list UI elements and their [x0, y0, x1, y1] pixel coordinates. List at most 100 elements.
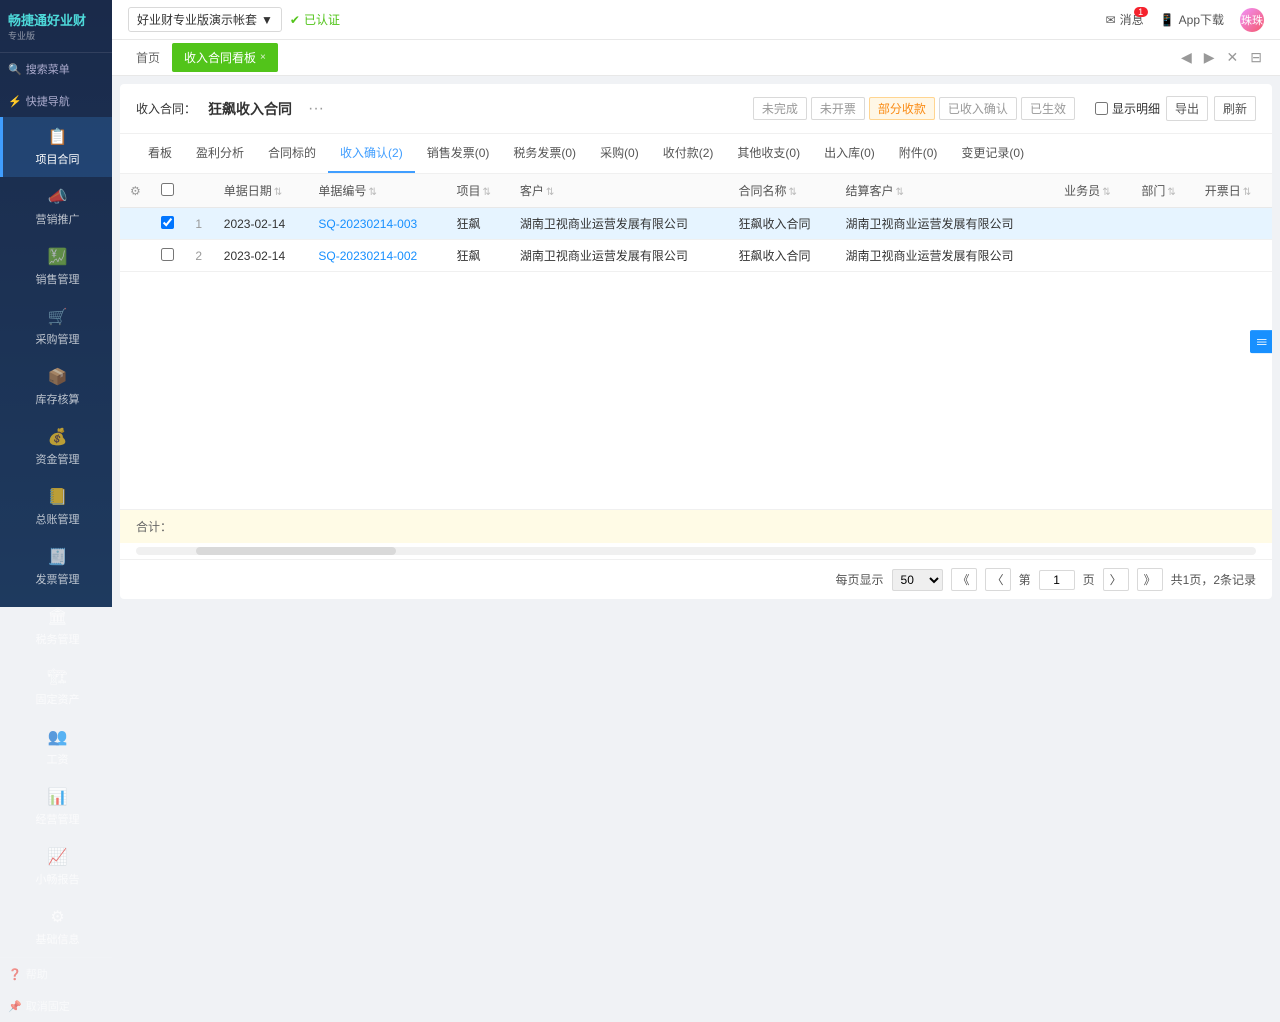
- code-col-header[interactable]: 单据编号⇅: [308, 174, 446, 208]
- sub-tab-standard[interactable]: 合同标的: [256, 134, 328, 173]
- tag-partial[interactable]: 部分收款: [869, 97, 935, 120]
- row-2-settings[interactable]: [120, 240, 151, 272]
- tab-prev-btn[interactable]: ◀: [1179, 47, 1194, 68]
- code-sort-icon: ⇅: [368, 187, 376, 198]
- sidebar-item-ops[interactable]: 📊 经营管理: [0, 777, 112, 837]
- row-1-checkbox[interactable]: [161, 216, 174, 229]
- sidebar-item-invoice[interactable]: 🧾 发票管理: [0, 537, 112, 597]
- row-1-code-link[interactable]: SQ-20230214-003: [318, 217, 417, 231]
- sidebar-help[interactable]: ❓ 帮助: [0, 958, 112, 990]
- per-page-select[interactable]: 20 50 100 200: [892, 569, 943, 591]
- sidebar-item-base[interactable]: ⚙ 基础信息: [0, 897, 112, 957]
- refresh-btn[interactable]: 刷新: [1214, 96, 1256, 121]
- right-panel-toggle[interactable]: |||: [1250, 330, 1272, 354]
- show-detail-checkbox[interactable]: [1095, 102, 1108, 115]
- date-col-header[interactable]: 单据日期⇅: [214, 174, 309, 208]
- sidebar-item-asset[interactable]: 🏗 固定资产: [0, 657, 112, 717]
- select-all-checkbox[interactable]: [161, 183, 174, 196]
- show-detail-checkbox-label[interactable]: 显示明细: [1095, 96, 1160, 121]
- sidebar-item-purchase[interactable]: 🛒 采购管理: [0, 297, 112, 357]
- salesperson-col-header[interactable]: 业务员⇅: [1054, 174, 1131, 208]
- sub-tab-attachment[interactable]: 附件(0): [887, 134, 950, 173]
- company-name: 好业财专业版演示帐套: [137, 11, 257, 28]
- sub-tabs: 看板 盈利分析 合同标的 收入确认(2) 销售发票(0) 税务发票(0) 采购(…: [120, 134, 1272, 174]
- result-customer-col-header[interactable]: 结算客户⇅: [836, 174, 1055, 208]
- sidebar-item-fund[interactable]: 💰 资金管理: [0, 417, 112, 477]
- page-number-input[interactable]: [1039, 570, 1075, 590]
- sidebar-item-project[interactable]: 📋 项目合同: [0, 117, 112, 177]
- sidebar-item-marketing[interactable]: 📣 营销推广: [0, 177, 112, 237]
- sidebar-label-asset: 固定资产: [36, 691, 80, 707]
- more-options-btn[interactable]: ···: [304, 100, 328, 118]
- sidebar-item-general[interactable]: 📒 总账管理: [0, 477, 112, 537]
- breadcrumb-home[interactable]: 首页: [128, 45, 168, 70]
- ops-icon: 📊: [48, 787, 68, 807]
- sidebar-label-inventory: 库存核算: [36, 391, 80, 407]
- row-1-num: 1: [184, 208, 214, 240]
- sub-tab-inout[interactable]: 出入库(0): [812, 134, 887, 173]
- table-row[interactable]: 2 2023-02-14 SQ-20230214-002 狂飙 湖南卫视商业运营…: [120, 240, 1272, 272]
- active-tab[interactable]: 收入合同看板 ×: [172, 43, 278, 72]
- contract-label: 收入合同：: [136, 100, 196, 117]
- settings-col-header[interactable]: ⚙: [120, 174, 151, 208]
- customer-col-header[interactable]: 客户⇅: [510, 174, 729, 208]
- panel-icon: |||: [1256, 338, 1267, 346]
- export-btn[interactable]: 导出: [1166, 96, 1208, 121]
- row-2-project: 狂飙: [447, 240, 510, 272]
- scroll-thumb[interactable]: [196, 547, 396, 555]
- search-label: 搜索菜单: [26, 61, 70, 77]
- sidebar-item-hr[interactable]: 👥 工资: [0, 717, 112, 777]
- sidebar-item-sales[interactable]: 💹 销售管理: [0, 237, 112, 297]
- sidebar-item-tax[interactable]: 🏛 税务管理: [0, 597, 112, 657]
- certified-badge: ✔ 已认证: [290, 11, 340, 28]
- row-1-code: SQ-20230214-003: [308, 208, 446, 240]
- sub-tab-sales-invoice[interactable]: 销售发票(0): [415, 134, 502, 173]
- row-2-checkbox[interactable]: [161, 248, 174, 261]
- first-page-btn[interactable]: 《: [951, 568, 977, 591]
- user-avatar-btn[interactable]: 珠珠: [1240, 8, 1264, 32]
- quicknav-icon: ⚡: [8, 95, 22, 108]
- tab-close-all-btn[interactable]: ✕: [1225, 47, 1241, 68]
- prev-page-btn[interactable]: 〈: [985, 568, 1011, 591]
- last-page-btn[interactable]: 》: [1137, 568, 1163, 591]
- tab-menu-btn[interactable]: ⊟: [1248, 47, 1264, 68]
- contract-col-header[interactable]: 合同名称⇅: [728, 174, 835, 208]
- app-label: App下载: [1179, 11, 1224, 28]
- sub-tab-profit[interactable]: 盈利分析: [184, 134, 256, 173]
- project-col-header[interactable]: 项目⇅: [447, 174, 510, 208]
- open-date-col-header[interactable]: 开票日⇅: [1195, 174, 1272, 208]
- tag-not-invoiced[interactable]: 未开票: [811, 97, 865, 120]
- sidebar-quicknav[interactable]: ⚡ 快捷导航: [0, 85, 112, 117]
- dept-col-header[interactable]: 部门⇅: [1131, 174, 1194, 208]
- sub-tab-income-confirm[interactable]: 收入确认(2): [328, 134, 415, 173]
- search-icon: 🔍: [8, 63, 22, 76]
- tab-next-btn[interactable]: ▶: [1202, 47, 1217, 68]
- next-page-btn[interactable]: 〉: [1103, 568, 1129, 591]
- row-2-code-link[interactable]: SQ-20230214-002: [318, 249, 417, 263]
- sidebar-cancel-fixed[interactable]: 📌 取消固定: [0, 990, 112, 1022]
- sidebar-item-inventory[interactable]: 📦 库存核算: [0, 357, 112, 417]
- sidebar-label-ops: 经营管理: [36, 811, 80, 827]
- sub-tab-other[interactable]: 其他收支(0): [725, 134, 812, 173]
- sidebar-item-report[interactable]: 📈 小畅报告: [0, 837, 112, 897]
- company-selector[interactable]: 好业财专业版演示帐套 ▼: [128, 7, 282, 32]
- tab-close-btn[interactable]: ×: [260, 52, 266, 63]
- tag-not-complete[interactable]: 未完成: [753, 97, 807, 120]
- tag-confirmed[interactable]: 已收入确认: [939, 97, 1017, 120]
- sidebar-label-hr: 工资: [47, 751, 69, 767]
- sub-tab-change-log[interactable]: 变更记录(0): [949, 134, 1036, 173]
- help-label: 帮助: [26, 966, 48, 982]
- sub-tab-tax-invoice[interactable]: 税务发票(0): [501, 134, 588, 173]
- message-btn[interactable]: ✉ 1 消息: [1106, 11, 1144, 28]
- sub-tab-payment[interactable]: 收付款(2): [651, 134, 726, 173]
- tag-effective[interactable]: 已生效: [1021, 97, 1075, 120]
- sidebar-label-purchase: 采购管理: [36, 331, 80, 347]
- app-download-btn[interactable]: 📱 App下载: [1160, 11, 1224, 28]
- sub-tab-purchase[interactable]: 采购(0): [588, 134, 651, 173]
- sidebar-search[interactable]: 🔍 搜索菜单: [0, 53, 112, 85]
- certified-label: 已认证: [304, 11, 340, 28]
- row-settings[interactable]: [120, 208, 151, 240]
- quicknav-label: 快捷导航: [26, 93, 70, 109]
- table-row[interactable]: 1 2023-02-14 SQ-20230214-003 狂飙 湖南卫视商业运营…: [120, 208, 1272, 240]
- sub-tab-board[interactable]: 看板: [136, 134, 184, 173]
